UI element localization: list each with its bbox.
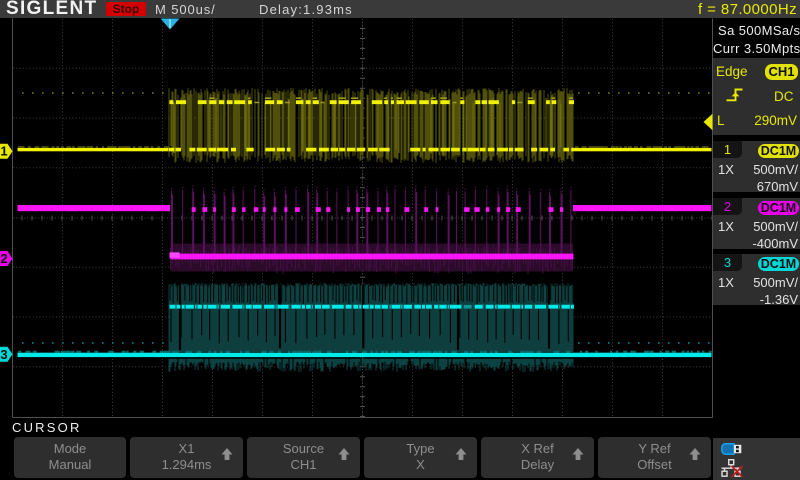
svg-text:2: 2 — [0, 251, 7, 266]
svg-text:1: 1 — [0, 144, 7, 159]
svg-text:3: 3 — [0, 347, 7, 362]
